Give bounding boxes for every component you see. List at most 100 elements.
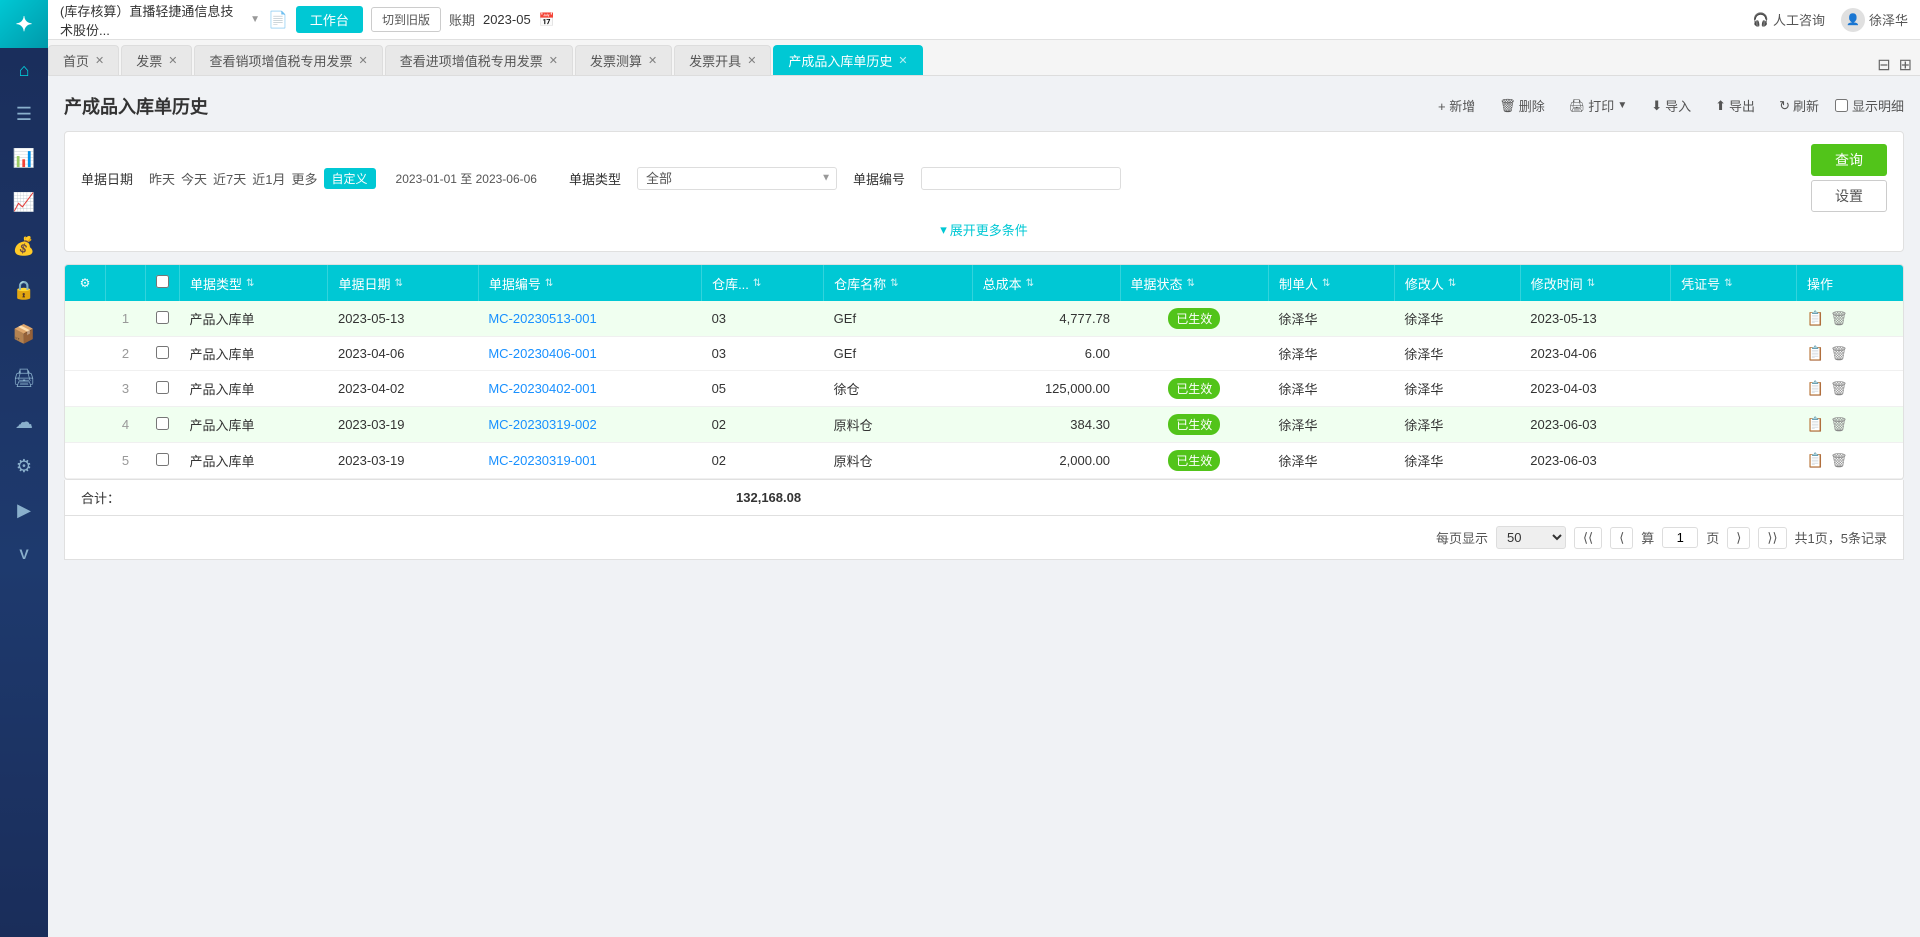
sidebar-item-version[interactable]: V xyxy=(4,534,44,574)
code-link-2[interactable]: MC-20230402-001 xyxy=(488,381,596,396)
print-button[interactable]: 🖨 打印 ▼ xyxy=(1561,92,1635,119)
row-checkbox-2[interactable] xyxy=(156,381,169,394)
th-creator[interactable]: 制单人⇅ xyxy=(1269,265,1395,301)
delete-icon-1[interactable]: 🗑 xyxy=(1830,345,1848,362)
code-link-0[interactable]: MC-20230513-001 xyxy=(488,311,596,326)
filter-settings-button[interactable]: 设置 xyxy=(1811,180,1887,212)
page-input[interactable] xyxy=(1662,527,1698,548)
tab-check-input-close[interactable]: ✕ xyxy=(549,54,558,67)
shortcut-custom[interactable]: 自定义 xyxy=(324,168,376,189)
shortcut-7days[interactable]: 近7天 xyxy=(213,169,246,188)
cell-check-1[interactable] xyxy=(146,337,180,371)
th-type[interactable]: 单据类型⇅ xyxy=(180,265,328,301)
cell-check-0[interactable] xyxy=(146,301,180,337)
sidebar-item-cost[interactable]: 💰 xyxy=(4,226,44,266)
sidebar-item-inventory[interactable]: 📦 xyxy=(4,314,44,354)
company-selector[interactable]: (库存核算）直播轻捷通信息技术股份... ▼ xyxy=(60,1,260,39)
cell-code-4[interactable]: MC-20230319-001 xyxy=(478,443,701,479)
edit-icon-4[interactable]: 📋 xyxy=(1807,452,1824,469)
th-modifier[interactable]: 修改人⇅ xyxy=(1394,265,1520,301)
delete-button[interactable]: 🗑 删除 xyxy=(1491,92,1553,119)
code-link-4[interactable]: MC-20230319-001 xyxy=(488,453,596,468)
sidebar-item-lock[interactable]: 🔒 xyxy=(4,270,44,310)
tab-minimize-button[interactable]: ⊟ xyxy=(1877,55,1890,75)
tab-product-history[interactable]: 产成品入库单历史 ✕ xyxy=(773,45,922,75)
sidebar-item-cloud[interactable]: ☁ xyxy=(4,402,44,442)
th-warehouse-name[interactable]: 仓库名称⇅ xyxy=(824,265,972,301)
th-code[interactable]: 单据编号⇅ xyxy=(478,265,701,301)
edit-icon-2[interactable]: 📋 xyxy=(1807,380,1824,397)
tab-check-input[interactable]: 查看进项增值税专用发票 ✕ xyxy=(385,45,573,75)
user-info[interactable]: 👤 徐泽华 xyxy=(1841,8,1908,32)
tab-maximize-button[interactable]: ⊞ xyxy=(1899,55,1912,75)
sidebar-item-bills[interactable]: ☰ xyxy=(4,94,44,134)
shortcut-yesterday[interactable]: 昨天 xyxy=(149,169,175,188)
show-details-label[interactable]: 显示明细 xyxy=(1835,96,1904,115)
th-checkbox[interactable] xyxy=(146,265,180,301)
support-link[interactable]: 🎧 人工咨询 xyxy=(1753,10,1825,29)
workbench-button[interactable]: 工作台 xyxy=(296,6,363,33)
th-date[interactable]: 单据日期⇅ xyxy=(328,265,478,301)
sidebar-item-print2[interactable]: 🖨 xyxy=(4,358,44,398)
tab-invoice-calc-close[interactable]: ✕ xyxy=(648,54,657,67)
tab-check-output[interactable]: 查看销项增值税专用发票 ✕ xyxy=(194,45,382,75)
next-page-button[interactable]: ⟩ xyxy=(1727,527,1750,549)
per-page-select[interactable]: 20 50 100 xyxy=(1496,526,1566,549)
prev-page-button[interactable]: ⟨ xyxy=(1610,527,1633,549)
tab-invoice-close[interactable]: ✕ xyxy=(168,54,177,67)
tab-home-close[interactable]: ✕ xyxy=(95,54,104,67)
th-warehouse-id[interactable]: 仓库...⇅ xyxy=(702,265,824,301)
type-select[interactable]: 全部 产品入库单 xyxy=(637,167,837,190)
tab-invoice-open[interactable]: 发票开具 ✕ xyxy=(674,45,771,75)
tab-check-output-close[interactable]: ✕ xyxy=(358,54,367,67)
tab-invoice-calc[interactable]: 发票测算 ✕ xyxy=(575,45,672,75)
edit-icon-0[interactable]: 📋 xyxy=(1807,310,1824,327)
query-button[interactable]: 查询 xyxy=(1811,144,1887,176)
tab-invoice[interactable]: 发票 ✕ xyxy=(121,45,192,75)
prev-period-button[interactable]: 切到旧版 xyxy=(371,7,441,32)
show-details-checkbox[interactable] xyxy=(1835,99,1848,112)
first-page-button[interactable]: ⟨⟨ xyxy=(1574,527,1602,549)
delete-icon-0[interactable]: 🗑 xyxy=(1830,310,1848,327)
cell-check-4[interactable] xyxy=(146,443,180,479)
export-button[interactable]: ⬆ 导出 xyxy=(1707,92,1763,119)
cell-code-1[interactable]: MC-20230406-001 xyxy=(478,337,701,371)
edit-icon-1[interactable]: 📋 xyxy=(1807,345,1824,362)
cell-code-0[interactable]: MC-20230513-001 xyxy=(478,301,701,337)
code-link-3[interactable]: MC-20230319-002 xyxy=(488,417,596,432)
sidebar-item-settings2[interactable]: ⚙ xyxy=(4,446,44,486)
column-settings-icon[interactable]: ⚙ xyxy=(75,273,95,293)
expand-conditions-button[interactable]: ▾ 展开更多条件 xyxy=(940,220,1028,239)
add-button[interactable]: + 新增 xyxy=(1430,92,1483,119)
tab-home[interactable]: 首页 ✕ xyxy=(48,45,119,75)
edit-icon-3[interactable]: 📋 xyxy=(1807,416,1824,433)
sidebar-item-video[interactable]: ▶ xyxy=(4,490,44,530)
calendar-icon[interactable]: 📅 xyxy=(539,12,555,28)
cell-check-3[interactable] xyxy=(146,407,180,443)
shortcut-today[interactable]: 今天 xyxy=(181,169,207,188)
sidebar-item-analysis[interactable]: 📈 xyxy=(4,182,44,222)
row-checkbox-4[interactable] xyxy=(156,453,169,466)
cell-check-2[interactable] xyxy=(146,371,180,407)
row-checkbox-3[interactable] xyxy=(156,417,169,430)
code-link-1[interactable]: MC-20230406-001 xyxy=(488,346,596,361)
th-settings[interactable]: ⚙ xyxy=(65,265,106,301)
shortcut-1month[interactable]: 近1月 xyxy=(252,169,285,188)
import-button[interactable]: ⬇ 导入 xyxy=(1643,92,1699,119)
delete-icon-4[interactable]: 🗑 xyxy=(1830,452,1848,469)
th-total[interactable]: 总成本⇅ xyxy=(972,265,1120,301)
refresh-button[interactable]: ↻ 刷新 xyxy=(1771,92,1827,119)
last-page-button[interactable]: ⟩⟩ xyxy=(1758,527,1786,549)
tab-invoice-open-close[interactable]: ✕ xyxy=(747,54,756,67)
shortcut-more[interactable]: 更多 xyxy=(292,169,318,188)
delete-icon-2[interactable]: 🗑 xyxy=(1830,380,1848,397)
delete-icon-3[interactable]: 🗑 xyxy=(1830,416,1848,433)
cell-code-3[interactable]: MC-20230319-002 xyxy=(478,407,701,443)
th-voucher[interactable]: 凭证号⇅ xyxy=(1671,265,1797,301)
cell-code-2[interactable]: MC-20230402-001 xyxy=(478,371,701,407)
tab-product-history-close[interactable]: ✕ xyxy=(898,54,907,67)
row-checkbox-0[interactable] xyxy=(156,311,169,324)
row-checkbox-1[interactable] xyxy=(156,346,169,359)
code-filter-input[interactable] xyxy=(921,167,1121,190)
select-all-checkbox[interactable] xyxy=(156,275,169,288)
